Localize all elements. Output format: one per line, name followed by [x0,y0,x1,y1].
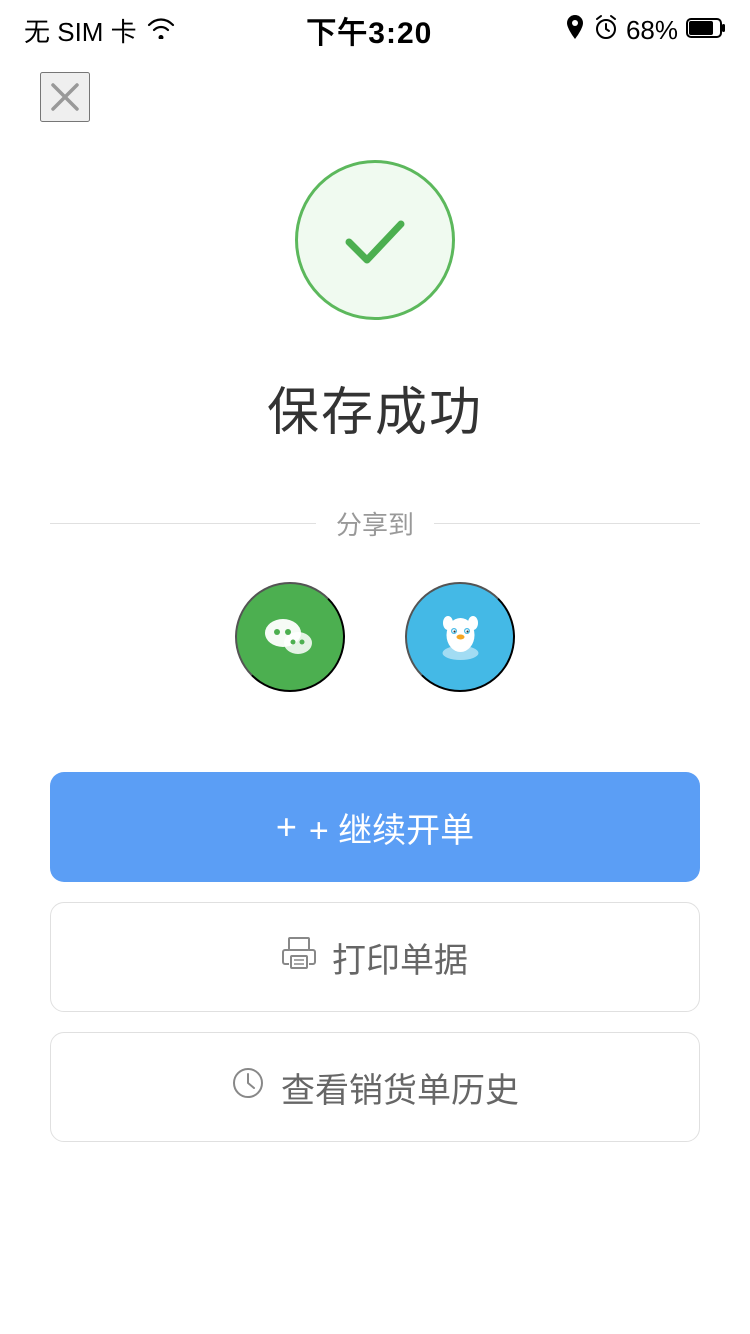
location-icon [564,14,586,47]
battery-icon [686,15,726,46]
print-icon [282,936,316,979]
status-time: 下午3:20 [306,8,432,52]
divider-line-left [50,523,316,524]
share-label: 分享到 [316,505,434,542]
success-icon-circle [295,160,455,320]
success-title: 保存成功 [267,370,483,445]
print-label: 打印单据 [332,933,468,982]
close-button[interactable] [40,72,90,122]
history-label: 查看销货单历史 [281,1063,519,1112]
status-carrier: 无 SIM 卡 [24,12,175,49]
battery-text: 68% [626,15,678,46]
continue-label: + 继续开单 [309,803,474,852]
status-right: 68% [564,14,726,47]
wechat-share-button[interactable] [235,582,345,692]
clock-icon [231,1066,265,1109]
wifi-icon [147,15,175,46]
main-content: 保存成功 分享到 [0,60,750,1142]
alarm-icon [594,14,618,47]
share-divider: 分享到 [50,505,700,542]
print-button[interactable]: 打印单据 [50,902,700,1012]
status-bar: 无 SIM 卡 下午3:20 68% [0,0,750,60]
continue-button[interactable]: + + 继续开单 [50,772,700,882]
share-icons-row [235,582,515,692]
action-buttons: + + 继续开单 打印单据 [50,772,700,1142]
carrier-text: 无 SIM 卡 [24,12,137,49]
divider-line-right [434,523,700,524]
history-button[interactable]: 查看销货单历史 [50,1032,700,1142]
plus-icon: + [276,806,297,848]
qq-share-button[interactable] [405,582,515,692]
